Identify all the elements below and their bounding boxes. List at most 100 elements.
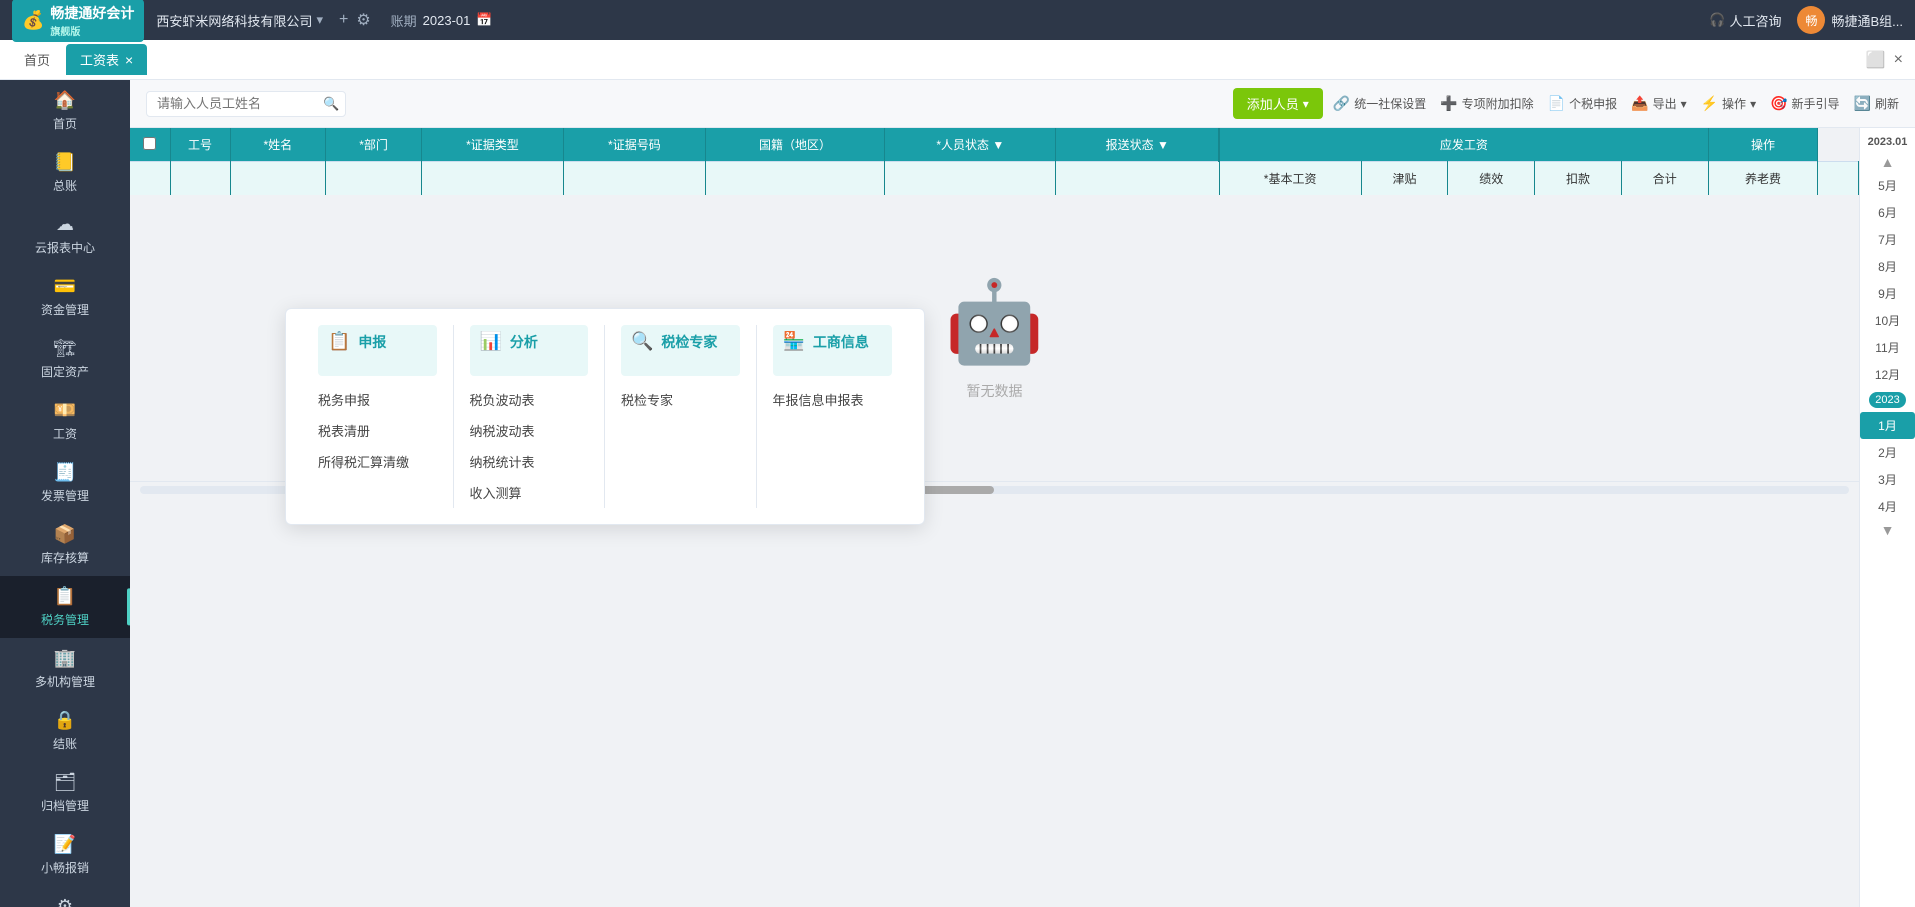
date-month-10[interactable]: 10月 [1860, 307, 1915, 334]
sidebar-item-inventory[interactable]: 📦 库存核算 [0, 514, 130, 576]
ledger-icon: 📒 [54, 152, 76, 173]
date-down-btn[interactable]: ▼ [1879, 520, 1897, 540]
sidebar-item-basic-settings[interactable]: ⚙ 基础设置 [0, 886, 130, 907]
personal-tax-btn[interactable]: 📄 个税申报 [1548, 95, 1617, 112]
social-security-btn[interactable]: 🔗 统一社保设置 [1333, 95, 1426, 112]
select-all-checkbox[interactable] [143, 137, 156, 150]
close-icon[interactable]: × [1894, 51, 1903, 69]
sidebar-item-multi-org[interactable]: 🏢 多机构管理 [0, 638, 130, 700]
tab-salary[interactable]: 工资表 × [66, 44, 147, 75]
export-label: 导出 [1653, 95, 1677, 112]
company-selector[interactable]: 西安虾米网络科技有限公司 ▾ [156, 11, 323, 30]
tax-dropdown-menu: 📋 申报 税务申报 税表清册 所得税汇算清缴 📊 [285, 308, 925, 525]
th-dept: *部门 [326, 128, 422, 162]
date-month-12[interactable]: 12月 [1860, 361, 1915, 388]
menu-item-tax-form-clearance[interactable]: 税表清册 [318, 415, 437, 446]
tab-close-icon[interactable]: × [125, 52, 133, 68]
menu-item-income-tax-summary[interactable]: 所得税汇算清缴 [318, 446, 437, 477]
tab-home[interactable]: 首页 [12, 44, 62, 75]
new-guide-label: 新手引导 [1792, 95, 1840, 112]
sidebar-label-xiaochang: 小畅报销 [41, 859, 89, 876]
sidebar-item-ledger[interactable]: 📒 总账 [0, 142, 130, 204]
search-input[interactable] [157, 96, 317, 111]
guide-icon: 🎯 [1770, 95, 1787, 112]
date-month-5[interactable]: 5月 [1860, 172, 1915, 199]
sidebar-item-fund[interactable]: 💳 资金管理 [0, 266, 130, 328]
refresh-icon: 🔄 [1854, 95, 1871, 112]
personal-tax-label: 个税申报 [1569, 95, 1617, 112]
th-sub-checkbox [130, 162, 170, 196]
sidebar-item-fixed-assets[interactable]: 🏗 固定资产 [0, 328, 130, 390]
add-company-icon[interactable]: + [339, 11, 348, 29]
date-month-8[interactable]: 8月 [1860, 253, 1915, 280]
sidebar-item-xiaochang[interactable]: 📝 小畅报销 [0, 824, 130, 886]
th-region: 国籍（地区） [705, 128, 884, 162]
search-wrap: 🔍 [146, 91, 346, 117]
sidebar-item-salary[interactable]: 💴 工资 [0, 390, 130, 452]
date-month-3[interactable]: 3月 [1860, 466, 1915, 493]
home-icon: 🏠 [54, 90, 76, 111]
th-report-status: 报送状态 ▼ [1056, 128, 1219, 162]
fixed-assets-icon: 🏗 [54, 338, 77, 359]
date-month-6[interactable]: 6月 [1860, 199, 1915, 226]
calendar-icon[interactable]: 📅 [476, 12, 492, 28]
restore-icon[interactable]: ⬜ [1866, 50, 1886, 70]
date-month-11[interactable]: 11月 [1860, 334, 1915, 361]
sidebar-item-close-period[interactable]: 🔒 结账 [0, 700, 130, 762]
analysis-label: 分析 [510, 332, 538, 352]
personal-tax-icon: 📄 [1548, 95, 1565, 112]
menu-item-tax-payment-fluctuation[interactable]: 纳税波动表 [470, 415, 589, 446]
sidebar-item-archive[interactable]: 🗂 归档管理 [0, 762, 130, 824]
user-name: 畅捷通B组... [1831, 11, 1903, 30]
fund-icon: 💳 [54, 276, 76, 297]
sidebar-label-tax: 税务管理 [41, 611, 89, 628]
top-bar: 💰 畅捷通好会计 旗舰版 西安虾米网络科技有限公司 ▾ + ⚙ 账期 2023-… [0, 0, 1915, 40]
th-basic-salary: *基本工资 [1219, 162, 1361, 196]
search-icon[interactable]: 🔍 [323, 96, 339, 112]
th-checkbox[interactable] [130, 128, 170, 162]
th-id-type: *证据类型 [421, 128, 563, 162]
refresh-btn[interactable]: 🔄 刷新 [1854, 95, 1899, 112]
sidebar-item-cloud-report[interactable]: ☁ 云报表中心 [0, 204, 130, 266]
date-up-btn[interactable]: ▲ [1879, 152, 1897, 172]
toolbar-actions: 🔗 统一社保设置 ➕ 专项附加扣除 📄 个税申报 📤 导出 ▾ ⚡ [1333, 95, 1899, 112]
logo-area[interactable]: 💰 畅捷通好会计 旗舰版 [12, 0, 144, 42]
user-area[interactable]: 畅 畅捷通B组... [1797, 6, 1903, 34]
help-button[interactable]: 🎧 人工咨询 [1709, 11, 1781, 30]
menu-item-tax-check[interactable]: 税检专家 [621, 384, 740, 415]
menu-item-tax-burden[interactable]: 税负波动表 [470, 384, 589, 415]
th-sub-id-type [421, 162, 563, 196]
special-deduction-btn[interactable]: ➕ 专项附加扣除 [1440, 95, 1533, 112]
social-security-label: 统一社保设置 [1354, 95, 1426, 112]
sidebar-item-tax[interactable]: 📋 税务管理 [0, 576, 130, 638]
date-month-1[interactable]: 1月 [1860, 412, 1915, 439]
add-person-button[interactable]: 添加人员 ▾ [1233, 88, 1323, 119]
content-area: 🔍 添加人员 ▾ 🔗 统一社保设置 ➕ 专项附加扣除 📄 个税申报 [130, 80, 1915, 907]
th-sub-name [230, 162, 326, 196]
sidebar-item-invoice[interactable]: 🧾 发票管理 [0, 452, 130, 514]
headset-icon: 🎧 [1709, 12, 1725, 28]
operations-btn[interactable]: ⚡ 操作 ▾ [1701, 95, 1756, 112]
table-wrap: 工号 *姓名 *部门 *证据类型 *证据号码 国籍（地区） *人员状态 ▼ 报送… [130, 128, 1859, 907]
chevron-down-icon: ▾ [316, 12, 323, 28]
export-btn[interactable]: 📤 导出 ▾ [1631, 95, 1686, 112]
date-month-2[interactable]: 2月 [1860, 439, 1915, 466]
date-month-4[interactable]: 4月 [1860, 493, 1915, 520]
main-layout: 🏠 首页 📒 总账 ☁ 云报表中心 💳 资金管理 🏗 固定资产 💴 工资 🧾 发… [0, 80, 1915, 907]
tab-bar: 首页 工资表 × ⬜ × [0, 40, 1915, 80]
period-area: 账期 2023-01 📅 [391, 11, 493, 30]
menu-item-tax-declaration[interactable]: 税务申报 [318, 384, 437, 415]
menu-item-tax-statistics[interactable]: 纳税统计表 [470, 446, 589, 477]
menu-item-income-forecast[interactable]: 收入测算 [470, 477, 589, 508]
export-icon: 📤 [1631, 95, 1648, 112]
menu-item-annual-report[interactable]: 年报信息申报表 [773, 384, 893, 415]
settings-icon[interactable]: ⚙ [356, 10, 370, 30]
period-value[interactable]: 2023-01 [423, 13, 471, 28]
new-guide-btn[interactable]: 🎯 新手引导 [1770, 95, 1839, 112]
date-month-7[interactable]: 7月 [1860, 226, 1915, 253]
sidebar-item-home[interactable]: 🏠 首页 [0, 80, 130, 142]
sidebar-label-cloud: 云报表中心 [35, 239, 95, 256]
date-month-9[interactable]: 9月 [1860, 280, 1915, 307]
tax-icon: 📋 [54, 586, 76, 607]
sidebar-label-inventory: 库存核算 [41, 549, 89, 566]
